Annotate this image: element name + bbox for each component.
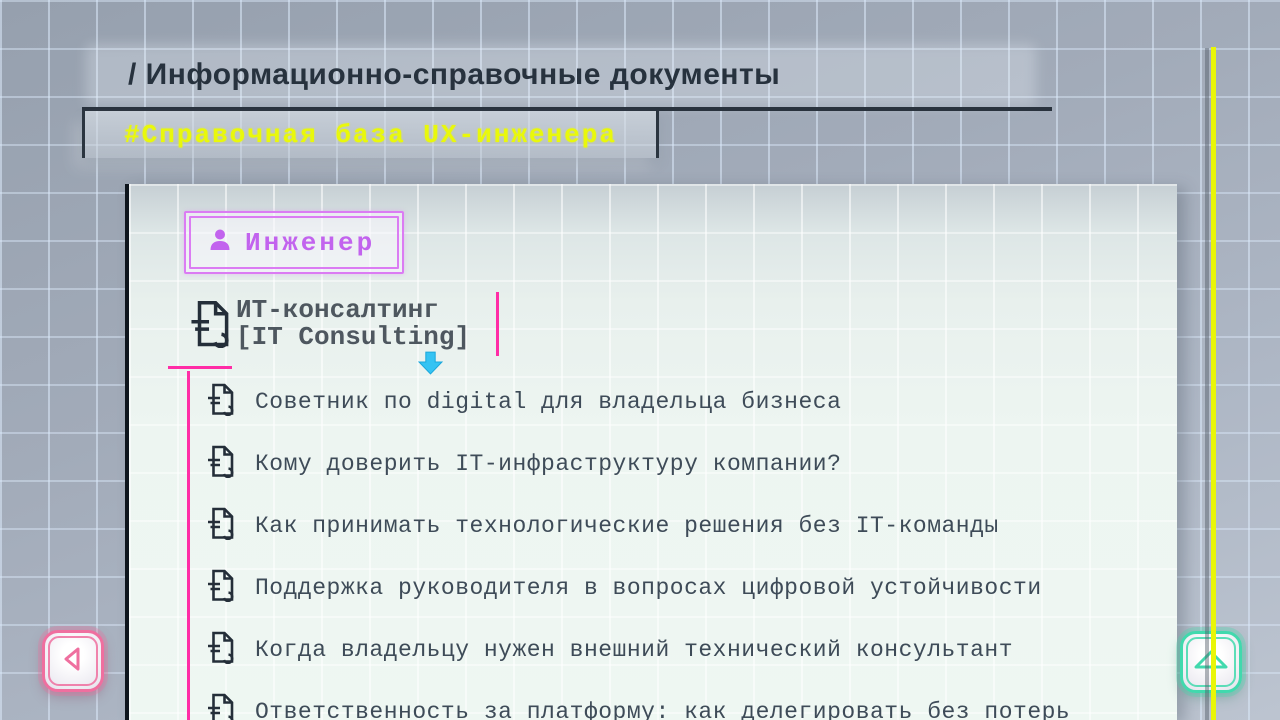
list-item[interactable]: Поддержка руководителя в вопросах цифров… xyxy=(207,569,1042,607)
document-link-icon xyxy=(207,569,235,607)
triangle-left-icon xyxy=(61,645,85,678)
list-item[interactable]: Ответственность за платформу: как делеги… xyxy=(207,693,1070,720)
document-link-icon xyxy=(207,693,235,720)
list-item[interactable]: Советник по digital для владельца бизнес… xyxy=(207,383,841,421)
list-accent-line xyxy=(187,371,190,720)
category-title[interactable]: ИТ-консалтинг [IT Consulting] xyxy=(236,297,470,351)
document-link-icon xyxy=(207,631,235,669)
category-title-ru: ИТ-консалтинг xyxy=(236,295,439,325)
document-link-icon xyxy=(190,300,231,353)
list-item[interactable]: Когда владельцу нужен внешний технически… xyxy=(207,631,1013,669)
category-accent-underline xyxy=(168,366,232,369)
role-badge-inner: Инженер xyxy=(189,216,399,269)
document-title: Советник по digital для владельца бизнес… xyxy=(255,389,841,415)
knowledge-base-tag: #Справочная база UX-инженера xyxy=(82,111,659,158)
yellow-accent-line xyxy=(1211,47,1216,720)
flow-down-arrow-icon xyxy=(417,349,444,381)
document-title: Ответственность за платформу: как делеги… xyxy=(255,699,1070,720)
page-title: / Информационно-справочные документы xyxy=(128,58,780,92)
document-title: Поддержка руководителя в вопросах цифров… xyxy=(255,575,1042,601)
list-item[interactable]: Кому доверить IT-инфраструктуру компании… xyxy=(207,445,841,483)
role-badge[interactable]: Инженер xyxy=(184,211,404,274)
user-icon xyxy=(207,227,233,258)
document-link-icon xyxy=(207,383,235,421)
knowledge-base-tag-label: #Справочная база UX-инженера xyxy=(124,120,617,150)
prev-button[interactable] xyxy=(42,630,104,692)
list-item[interactable]: Как принимать технологические решения бе… xyxy=(207,507,999,545)
category-title-en: [IT Consulting] xyxy=(236,322,470,352)
role-badge-label: Инженер xyxy=(245,228,375,258)
document-title: Кому доверить IT-инфраструктуру компании… xyxy=(255,451,841,477)
documents-panel: Инженер ИТ-консалтинг [IT Consulting] Со… xyxy=(125,184,1177,720)
document-title: Как принимать технологические решения бе… xyxy=(255,513,999,539)
document-link-icon xyxy=(207,445,235,483)
yellow-line-shadow xyxy=(1205,48,1209,720)
document-link-icon xyxy=(207,507,235,545)
document-title: Когда владельцу нужен внешний технически… xyxy=(255,637,1013,663)
category-accent-tick xyxy=(496,292,499,356)
